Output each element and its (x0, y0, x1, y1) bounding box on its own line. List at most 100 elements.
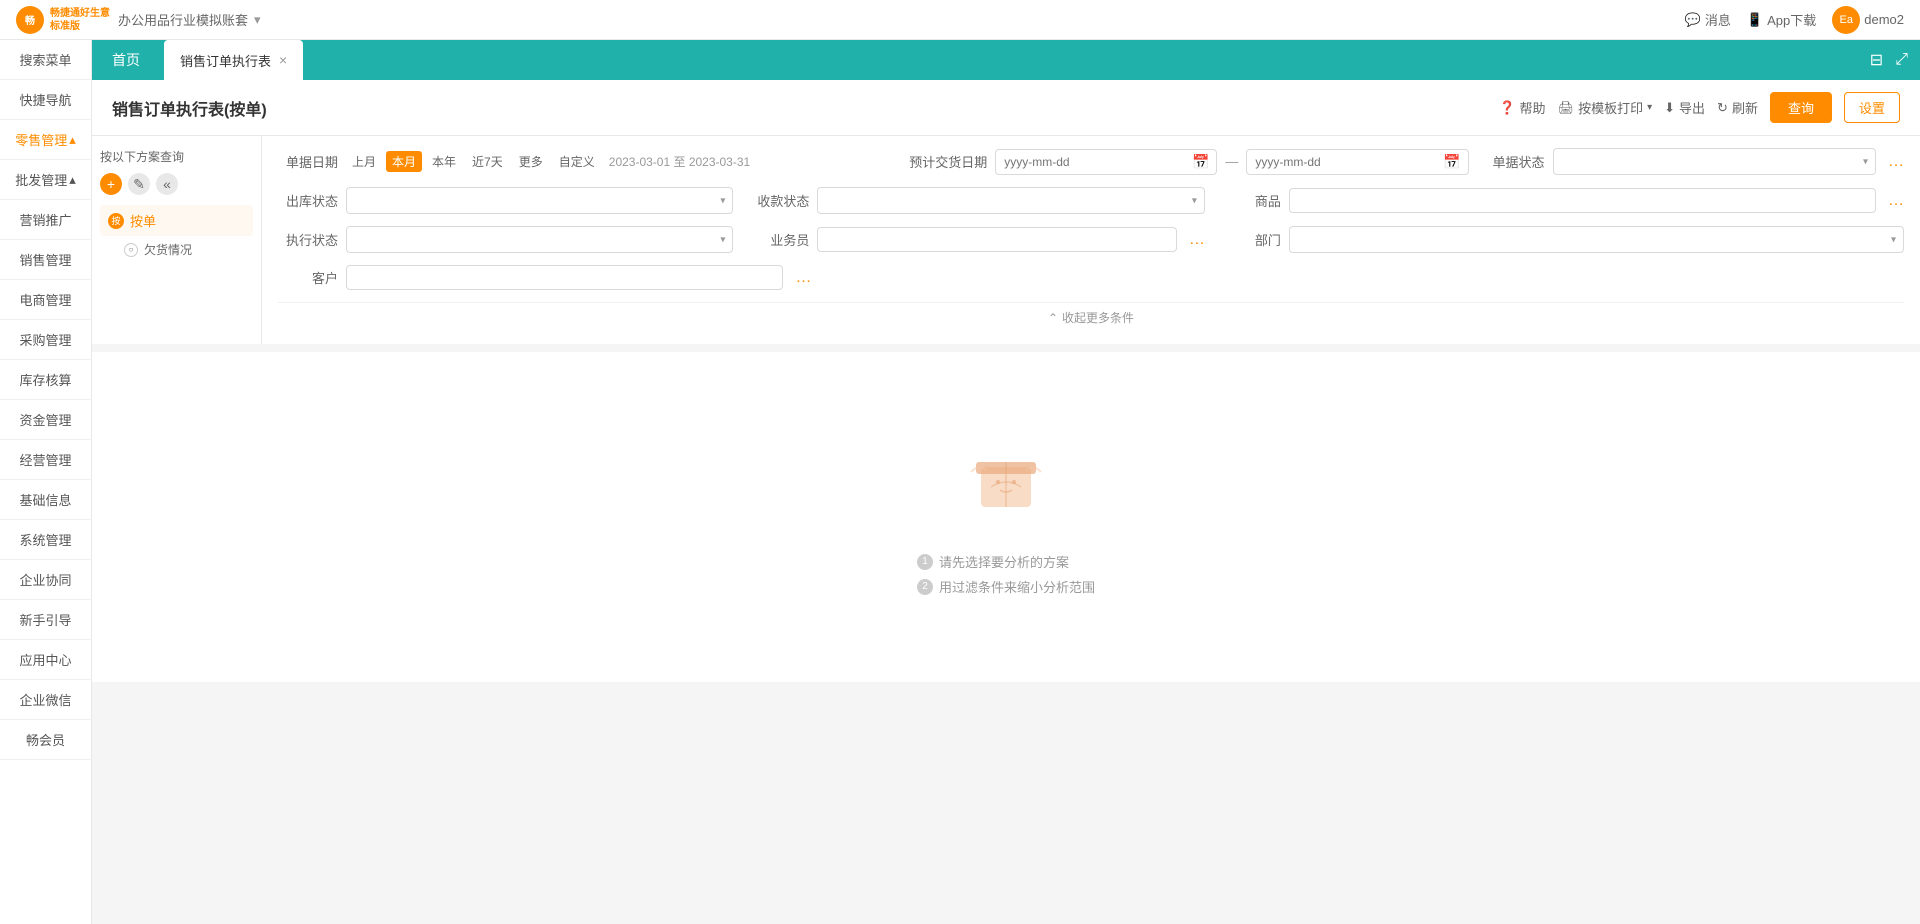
dept-field: 部门 ▾ (1221, 226, 1904, 253)
calendar-icon-2: 📅 (1443, 153, 1460, 170)
plan-item-by-order[interactable]: 按 按单 (100, 205, 253, 236)
filter-row-4: 客户 … (278, 265, 1904, 290)
exec-status-select[interactable] (346, 226, 733, 253)
date-tab-7days[interactable]: 近7天 (466, 151, 509, 172)
empty-illustration (956, 432, 1056, 532)
chevron-up-icon: ▴ (69, 172, 76, 188)
collapse-bar[interactable]: ⌃ 收起更多条件 (278, 302, 1904, 332)
tip-2-num: 2 (917, 579, 933, 595)
sidebar-item-purchase[interactable]: 采购管理 (0, 320, 91, 360)
page-content: 销售订单执行表(按单) ❓ 帮助 🖨 按模板打印 ▾ ⬇ 导出 (92, 80, 1920, 924)
date-tab-this-year[interactable]: 本年 (426, 151, 462, 172)
dept-select[interactable] (1289, 226, 1904, 253)
date-tab-this-month[interactable]: 本月 (386, 151, 422, 172)
tab-close-icon[interactable]: × (279, 52, 287, 68)
sidebar-item-basic[interactable]: 基础信息 (0, 480, 91, 520)
message-button[interactable]: 💬 消息 (1685, 10, 1731, 29)
search-button[interactable]: 查询 (1770, 92, 1832, 123)
export-icon: ⬇ (1664, 100, 1675, 116)
nav-title-area: 办公用品行业模拟账套 ▾ (118, 10, 261, 29)
sidebar-item-ecommerce[interactable]: 电商管理 (0, 280, 91, 320)
calendar-icon: 📅 (1192, 153, 1209, 170)
date-tab-last-month[interactable]: 上月 (346, 151, 382, 172)
goods-more-icon[interactable]: … (1888, 192, 1904, 210)
print-icon: 🖨 (1558, 100, 1575, 116)
print-arrow-icon: ▾ (1647, 102, 1652, 113)
tip-1-num: 1 (917, 554, 933, 570)
tab-active[interactable]: 销售订单执行表 × (164, 40, 303, 80)
help-button[interactable]: ❓ 帮助 (1499, 98, 1545, 117)
user-area[interactable]: Ea demo2 (1832, 6, 1904, 34)
filter-row-1: 单据日期 上月 本月 本年 近7天 更多 自定义 2023-03-01 至 20… (278, 148, 1904, 175)
exec-status-field: 执行状态 ▾ (278, 226, 733, 253)
sidebar-item-quicknav[interactable]: 快捷导航 (0, 80, 91, 120)
print-button[interactable]: 🖨 按模板打印 ▾ (1558, 98, 1653, 117)
goods-field: 商品 … (1221, 188, 1904, 213)
sidebar-item-operation[interactable]: 经营管理 (0, 440, 91, 480)
sidebar-item-system[interactable]: 系统管理 (0, 520, 91, 560)
dept-label: 部门 (1221, 230, 1281, 249)
exec-status-select-wrapper: ▾ (346, 226, 733, 253)
download-icon: 📱 (1747, 12, 1763, 28)
sidebar-item-sales[interactable]: 销售管理 (0, 240, 91, 280)
tab-maximize-icon[interactable]: ⤢ (1891, 47, 1912, 73)
tip-1: 1 请先选择要分析的方案 (917, 552, 1095, 571)
sidebar-item-apps[interactable]: 应用中心 (0, 640, 91, 680)
sidebar-item-inventory[interactable]: 库存核算 (0, 360, 91, 400)
sidebar-item-enterprise[interactable]: 企业协同 (0, 560, 91, 600)
filter-row-3: 执行状态 ▾ 业务员 … (278, 226, 1904, 253)
edit-plan-button[interactable]: ✎ (128, 173, 150, 195)
sidebar-item-wholesale[interactable]: 批发管理 ▴ (0, 160, 91, 200)
receipt-status-select-wrapper: ▾ (817, 187, 1204, 214)
tab-bar-right: ⊟ ⤢ (1866, 46, 1920, 74)
goods-input[interactable] (1289, 188, 1876, 213)
sidebar-item-finance[interactable]: 资金管理 (0, 400, 91, 440)
collapse-plan-button[interactable]: « (156, 173, 178, 195)
refresh-button[interactable]: ↻ 刷新 (1717, 98, 1758, 117)
main-layout: 搜索菜单 快捷导航 零售管理 ▴ 批发管理 ▴ 营销推广 销售管理 电商管理 采… (0, 40, 1920, 924)
customer-more-icon[interactable]: … (795, 269, 811, 287)
receipt-status-select[interactable] (817, 187, 1204, 214)
salesman-more-icon[interactable]: … (1189, 231, 1205, 249)
export-button[interactable]: ⬇ 导出 (1664, 98, 1705, 117)
sidebar-item-retail[interactable]: 零售管理 ▴ (0, 120, 91, 160)
out-status-select[interactable] (346, 187, 733, 214)
sidebar-item-wechat[interactable]: 企业微信 (0, 680, 91, 720)
expected-date-end-input[interactable] (1246, 149, 1468, 175)
status-more-icon[interactable]: … (1888, 153, 1904, 171)
sidebar-item-search[interactable]: 搜索菜单 (0, 40, 91, 80)
sub-plan-icon: ○ (124, 243, 138, 257)
status-select-wrapper: ▾ (1553, 148, 1876, 175)
date-separator: — (1225, 154, 1238, 169)
nav-title: 办公用品行业模拟账套 (118, 10, 248, 29)
expected-date-end-wrap: 📅 (1246, 149, 1468, 175)
receipt-status-label: 收款状态 (749, 191, 809, 210)
expected-date-label: 预计交货日期 (909, 152, 987, 171)
filter-sidebar-actions: + ✎ « (100, 173, 253, 195)
tab-minimize-icon[interactable]: ⊟ (1866, 46, 1887, 74)
page-header-actions: ❓ 帮助 🖨 按模板打印 ▾ ⬇ 导出 ↻ 刷新 (1499, 92, 1900, 135)
settings-button[interactable]: 设置 (1844, 92, 1900, 123)
date-tab-custom[interactable]: 自定义 (553, 151, 601, 172)
add-plan-button[interactable]: + (100, 173, 122, 195)
sidebar-item-member[interactable]: 畅会员 (0, 720, 91, 760)
sidebar: 搜索菜单 快捷导航 零售管理 ▴ 批发管理 ▴ 营销推广 销售管理 电商管理 采… (0, 40, 92, 924)
top-header: 畅 畅捷通好生意标准版 办公用品行业模拟账套 ▾ 💬 消息 📱 App下载 Ea… (0, 0, 1920, 40)
status-field: 单据状态 ▾ … (1485, 148, 1904, 175)
plan-item-shortage[interactable]: ○ 欠货情况 (100, 236, 253, 263)
sidebar-item-guide[interactable]: 新手引导 (0, 600, 91, 640)
nav-arrow-icon[interactable]: ▾ (254, 12, 261, 28)
salesman-input[interactable] (817, 227, 1176, 252)
customer-input[interactable] (346, 265, 783, 290)
tip-2: 2 用过滤条件来缩小分析范围 (917, 577, 1095, 596)
tab-home[interactable]: 首页 (92, 40, 160, 80)
date-tab-more[interactable]: 更多 (513, 151, 549, 172)
chevron-up-icon: ▴ (69, 132, 76, 148)
app-download-button[interactable]: 📱 App下载 (1747, 10, 1816, 29)
empty-state: 1 请先选择要分析的方案 2 用过滤条件来缩小分析范围 (92, 352, 1920, 682)
status-select[interactable] (1553, 148, 1876, 175)
goods-label: 商品 (1221, 191, 1281, 210)
expected-date-start-input[interactable] (995, 149, 1217, 175)
header-left: 畅 畅捷通好生意标准版 办公用品行业模拟账套 ▾ (16, 6, 261, 34)
sidebar-item-marketing[interactable]: 营销推广 (0, 200, 91, 240)
